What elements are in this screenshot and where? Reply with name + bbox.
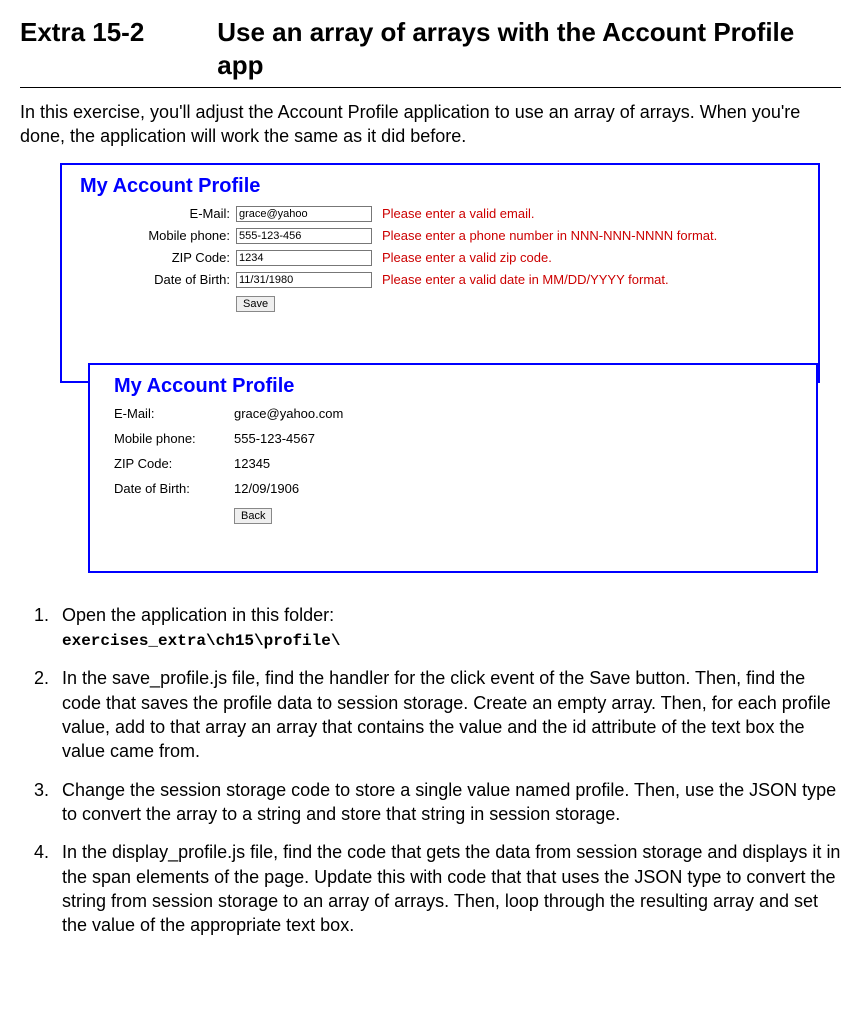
drow-email: E-Mail: grace@yahoo.com <box>108 406 798 421</box>
back-button[interactable]: Back <box>234 508 272 524</box>
label-zip: ZIP Code: <box>80 250 236 265</box>
error-zip: Please enter a valid zip code. <box>382 250 552 265</box>
input-zip[interactable] <box>236 250 372 266</box>
dval-phone: 555-123-4567 <box>234 431 315 446</box>
error-dob: Please enter a valid date in MM/DD/YYYY … <box>382 272 669 287</box>
error-phone: Please enter a phone number in NNN-NNN-N… <box>382 228 717 243</box>
input-email[interactable] <box>236 206 372 222</box>
input-dob[interactable] <box>236 272 372 288</box>
exercise-steps: Open the application in this folder: exe… <box>20 603 841 938</box>
dlabel-phone: Mobile phone: <box>108 431 234 446</box>
screenshot-panels: My Account Profile E-Mail: Please enter … <box>60 163 841 583</box>
input-phone[interactable] <box>236 228 372 244</box>
step-4: In the display_profile.js file, find the… <box>54 840 841 937</box>
dval-email: grace@yahoo.com <box>234 406 343 421</box>
panel-b-heading: My Account Profile <box>114 375 798 398</box>
save-button[interactable]: Save <box>236 296 275 312</box>
dval-dob: 12/09/1906 <box>234 481 299 496</box>
row-phone: Mobile phone: Please enter a phone numbe… <box>80 228 800 244</box>
label-email: E-Mail: <box>80 206 236 221</box>
title-body: Use an array of arrays with the Account … <box>217 16 817 81</box>
panel-a-heading: My Account Profile <box>80 175 800 198</box>
intro-text: In this exercise, you'll adjust the Acco… <box>20 100 841 149</box>
dval-zip: 12345 <box>234 456 270 471</box>
step-1-text: Open the application in this folder: <box>62 605 334 625</box>
step-3: Change the session storage code to store… <box>54 778 841 827</box>
error-email: Please enter a valid email. <box>382 206 534 221</box>
row-email: E-Mail: Please enter a valid email. <box>80 206 800 222</box>
drow-phone: Mobile phone: 555-123-4567 <box>108 431 798 446</box>
dlabel-dob: Date of Birth: <box>108 481 234 496</box>
label-phone: Mobile phone: <box>80 228 236 243</box>
step-1-path: exercises_extra\ch15\profile\ <box>62 631 841 653</box>
panel-edit-profile: My Account Profile E-Mail: Please enter … <box>60 163 820 383</box>
step-1: Open the application in this folder: exe… <box>54 603 841 653</box>
page-title: Extra 15-2 Use an array of arrays with t… <box>20 16 841 88</box>
dlabel-zip: ZIP Code: <box>108 456 234 471</box>
row-dob: Date of Birth: Please enter a valid date… <box>80 272 800 288</box>
title-prefix: Extra 15-2 <box>20 16 210 49</box>
label-dob: Date of Birth: <box>80 272 236 287</box>
drow-dob: Date of Birth: 12/09/1906 <box>108 481 798 496</box>
step-2: In the save_profile.js file, find the ha… <box>54 666 841 763</box>
row-zip: ZIP Code: Please enter a valid zip code. <box>80 250 800 266</box>
drow-zip: ZIP Code: 12345 <box>108 456 798 471</box>
panel-display-profile: My Account Profile E-Mail: grace@yahoo.c… <box>88 363 818 573</box>
dlabel-email: E-Mail: <box>108 406 234 421</box>
